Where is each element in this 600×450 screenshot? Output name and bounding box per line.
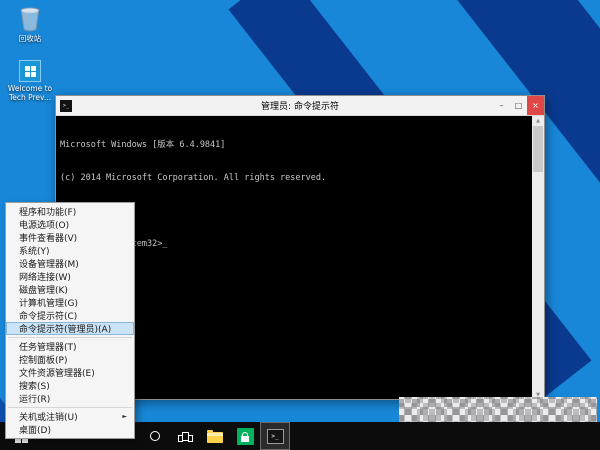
maximize-button[interactable]: □: [510, 96, 527, 115]
store-button[interactable]: [230, 422, 260, 450]
menu-item-system[interactable]: 系统(Y): [6, 244, 134, 257]
menu-item-desktop[interactable]: 桌面(D): [6, 423, 134, 436]
desktop-icon-label: Welcome to Tech Prev...: [7, 84, 53, 102]
file-explorer-button[interactable]: [200, 422, 230, 450]
menu-item-run[interactable]: 运行(R): [6, 392, 134, 405]
desktop-icon-label: 回收站: [18, 34, 42, 43]
menu-item-network-connections[interactable]: 网络连接(W): [6, 270, 134, 283]
task-view-icon: [177, 431, 193, 442]
menu-item-computer-management[interactable]: 计算机管理(G): [6, 296, 134, 309]
desktop-icon-welcome[interactable]: Welcome to Tech Prev...: [2, 60, 58, 102]
scroll-up-icon[interactable]: ▲: [532, 116, 544, 125]
menu-item-device-manager[interactable]: 设备管理器(M): [6, 257, 134, 270]
menu-separator: [8, 407, 132, 408]
caption-buttons: – □ ×: [493, 96, 544, 115]
menu-item-command-prompt[interactable]: 命令提示符(C): [6, 309, 134, 322]
desktop-icon-recycle-bin[interactable]: 回收站: [2, 6, 58, 43]
winx-menu: 程序和功能(F) 电源选项(O) 事件查看器(V) 系统(Y) 设备管理器(M)…: [5, 202, 135, 439]
windows-logo-icon: [24, 65, 36, 77]
menu-item-search[interactable]: 搜索(S): [6, 379, 134, 392]
search-button[interactable]: [140, 422, 170, 450]
store-icon: [236, 427, 254, 445]
menu-item-command-prompt-admin[interactable]: 命令提示符(管理员)(A): [6, 322, 134, 335]
scrollbar[interactable]: ▲ ▼: [532, 116, 544, 399]
console-line: (c) 2014 Microsoft Corporation. All righ…: [60, 173, 327, 183]
task-view-button[interactable]: [170, 422, 200, 450]
folder-icon: [207, 430, 223, 443]
console-line: Microsoft Windows [版本 6.4.9841]: [60, 140, 226, 150]
desktop[interactable]: 回收站 Welcome to Tech Prev... >_ 管理员: 命令提示…: [0, 0, 600, 450]
menu-item-disk-management[interactable]: 磁盘管理(K): [6, 283, 134, 296]
menu-separator: [8, 337, 132, 338]
titlebar[interactable]: >_ 管理员: 命令提示符 – □ ×: [56, 96, 544, 116]
command-prompt-icon: >_: [266, 428, 284, 444]
recycle-bin-icon: [20, 7, 40, 32]
minimize-button[interactable]: –: [493, 96, 510, 115]
shopping-bag-icon: [241, 431, 249, 442]
text-cursor: _: [162, 239, 168, 249]
pixelated-watermark: [399, 397, 597, 424]
menu-item-event-viewer[interactable]: 事件查看器(V): [6, 231, 134, 244]
menu-item-task-manager[interactable]: 任务管理器(T): [6, 340, 134, 353]
menu-item-label: 关机或注销(U): [19, 413, 78, 423]
submenu-arrow-icon: ►: [122, 413, 127, 420]
command-prompt-taskbar-button[interactable]: >_: [260, 422, 290, 450]
window-title: 管理员: 命令提示符: [261, 102, 339, 112]
menu-item-shutdown-signout[interactable]: 关机或注销(U) ►: [6, 410, 134, 423]
scrollbar-track[interactable]: [532, 125, 544, 390]
menu-item-programs-and-features[interactable]: 程序和功能(F): [6, 205, 134, 218]
menu-item-control-panel[interactable]: 控制面板(P): [6, 353, 134, 366]
menu-item-power-options[interactable]: 电源选项(O): [6, 218, 134, 231]
search-icon: [150, 431, 160, 441]
welcome-tile-icon: [19, 60, 41, 82]
cmd-window-icon: >_: [60, 99, 72, 112]
menu-item-file-explorer[interactable]: 文件资源管理器(E): [6, 366, 134, 379]
scrollbar-thumb[interactable]: [533, 126, 543, 172]
taskbar-icons: >_: [140, 422, 290, 450]
close-button[interactable]: ×: [527, 96, 544, 115]
